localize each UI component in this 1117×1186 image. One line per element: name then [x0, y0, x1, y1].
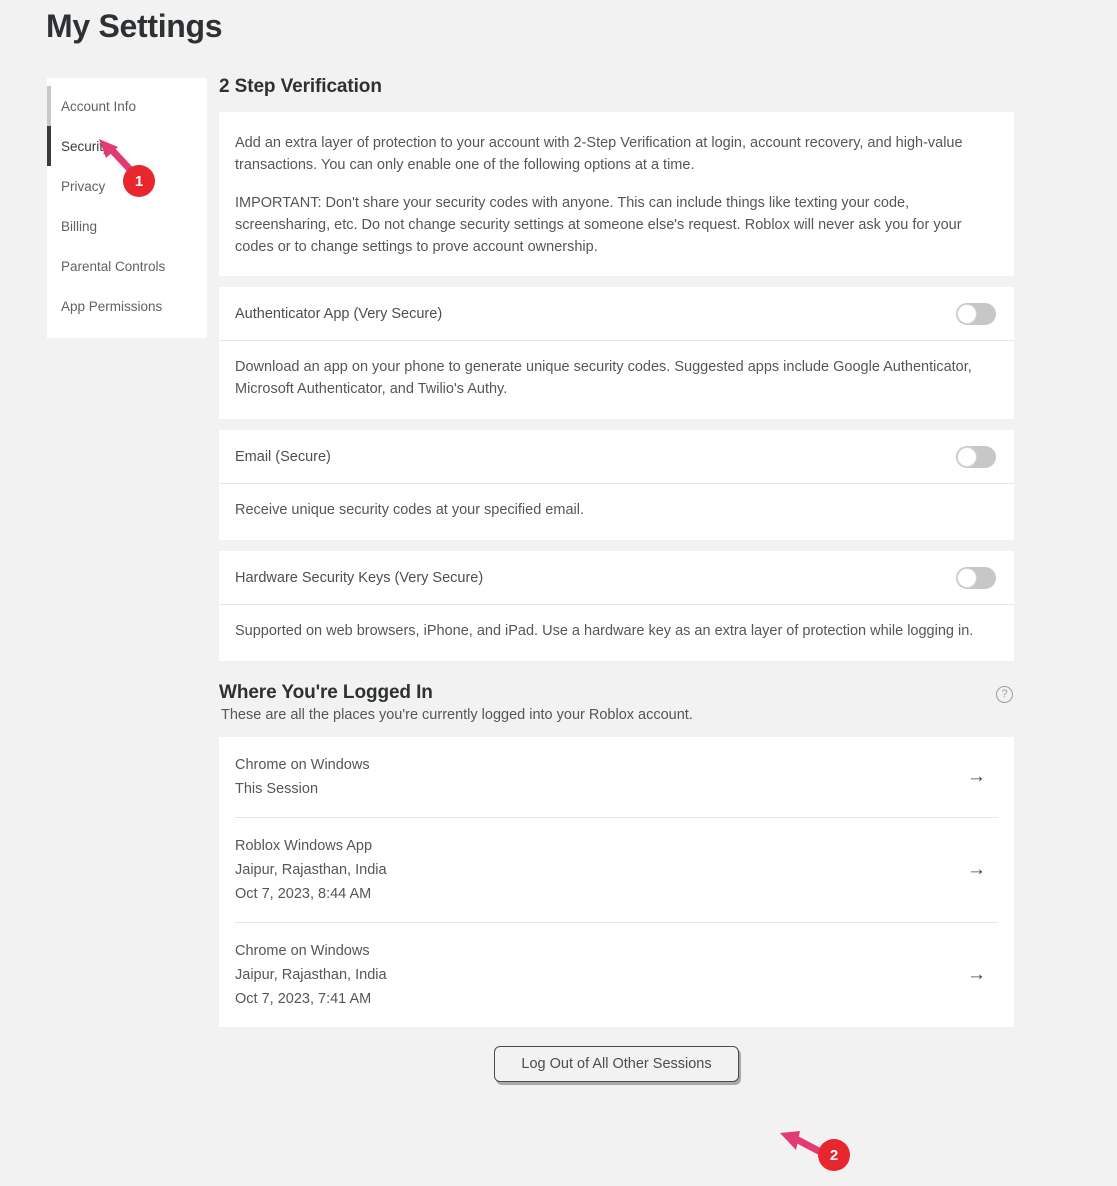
toggle-knob [957, 447, 977, 467]
arrow-right-icon[interactable]: → [967, 964, 996, 986]
session-location: Jaipur, Rajasthan, India [235, 967, 387, 983]
option-card-hardware-security-keys: Hardware Security Keys (Very Secure) Sup… [219, 551, 1014, 661]
option-title: Email (Secure) [235, 449, 331, 465]
settings-page: My Settings Account Info Security Privac… [0, 0, 1117, 1186]
log-out-all-other-sessions-button[interactable]: Log Out of All Other Sessions [494, 1046, 739, 1082]
two-step-verification-heading: 2 Step Verification [219, 76, 382, 97]
option-card-email: Email (Secure) Receive unique security c… [219, 430, 1014, 540]
session-device: Roblox Windows App [235, 838, 373, 854]
session-row[interactable]: Chrome on Windows This Session → [235, 737, 998, 818]
sidebar-item-parental-controls[interactable]: Parental Controls [47, 246, 207, 286]
question-mark-circle-icon[interactable]: ? [996, 686, 1013, 703]
sidebar-item-label: App Permissions [61, 298, 163, 314]
hardware-security-keys-toggle[interactable] [956, 567, 996, 589]
toggle-knob [957, 568, 977, 588]
sidebar-item-billing[interactable]: Billing [47, 206, 207, 246]
session-device: Chrome on Windows [235, 943, 370, 959]
session-row[interactable]: Roblox Windows App Jaipur, Rajasthan, In… [235, 818, 998, 923]
sidebar-item-app-permissions[interactable]: App Permissions [47, 286, 207, 326]
two-step-info-card: Add an extra layer of protection to your… [219, 112, 1014, 276]
session-location: Jaipur, Rajasthan, India [235, 862, 387, 878]
sidebar-item-label: Account Info [61, 98, 137, 114]
sidebar-indicator-bar [47, 126, 51, 166]
sidebar-indicator-bar [47, 206, 51, 246]
annotation-marker-2: 2 [818, 1139, 850, 1171]
authenticator-app-toggle[interactable] [956, 303, 996, 325]
annotation-marker-number: 2 [829, 1146, 839, 1164]
option-title: Hardware Security Keys (Very Secure) [235, 570, 484, 586]
sidebar-indicator-bar [47, 246, 51, 286]
sidebar-indicator-bar [47, 86, 51, 126]
logged-in-heading: Where You're Logged In [219, 682, 433, 703]
two-step-paragraph-1: Add an extra layer of protection to your… [235, 135, 963, 173]
arrow-right-icon[interactable]: → [967, 766, 996, 788]
option-header: Authenticator App (Very Secure) [219, 287, 1014, 341]
toggle-knob [957, 304, 977, 324]
option-title: Authenticator App (Very Secure) [235, 306, 443, 322]
option-description: Receive unique security codes at your sp… [235, 502, 584, 518]
option-description: Supported on web browsers, iPhone, and i… [235, 623, 974, 639]
session-timestamp: Oct 7, 2023, 7:41 AM [235, 991, 372, 1007]
logout-button-container: Log Out of All Other Sessions [219, 1046, 1014, 1082]
session-detail: This Session [235, 781, 319, 797]
session-row[interactable]: Chrome on Windows Jaipur, Rajasthan, Ind… [235, 923, 998, 1027]
annotation-marker-1: 1 [123, 165, 155, 197]
email-toggle[interactable] [956, 446, 996, 468]
arrow-right-icon[interactable]: → [967, 859, 996, 881]
session-device: Chrome on Windows [235, 757, 370, 773]
two-step-paragraph-2: IMPORTANT: Don't share your security cod… [235, 195, 962, 255]
main-content: 2 Step Verification Add an extra layer o… [219, 76, 1014, 1082]
option-card-authenticator-app: Authenticator App (Very Secure) Download… [219, 287, 1014, 419]
annotation-marker-number: 1 [134, 172, 144, 190]
sidebar-item-label: Billing [61, 218, 98, 234]
sidebar-item-label: Parental Controls [61, 258, 166, 274]
session-timestamp: Oct 7, 2023, 8:44 AM [235, 886, 372, 902]
option-header: Email (Secure) [219, 430, 1014, 484]
settings-sidebar: Account Info Security Privacy Billing Pa… [47, 78, 207, 338]
sidebar-indicator-bar [47, 166, 51, 206]
arrow-head [780, 1131, 800, 1150]
logged-in-header-row: Where You're Logged In ? [219, 682, 1014, 704]
option-description: Download an app on your phone to generat… [235, 359, 972, 397]
logged-in-subtitle: These are all the places you're currentl… [221, 707, 693, 723]
sidebar-indicator-bar [47, 286, 51, 326]
sessions-list: Chrome on Windows This Session → Roblox … [219, 737, 1014, 1027]
sidebar-item-account-info[interactable]: Account Info [47, 86, 207, 126]
option-header: Hardware Security Keys (Very Secure) [219, 551, 1014, 605]
page-title: My Settings [46, 8, 223, 44]
